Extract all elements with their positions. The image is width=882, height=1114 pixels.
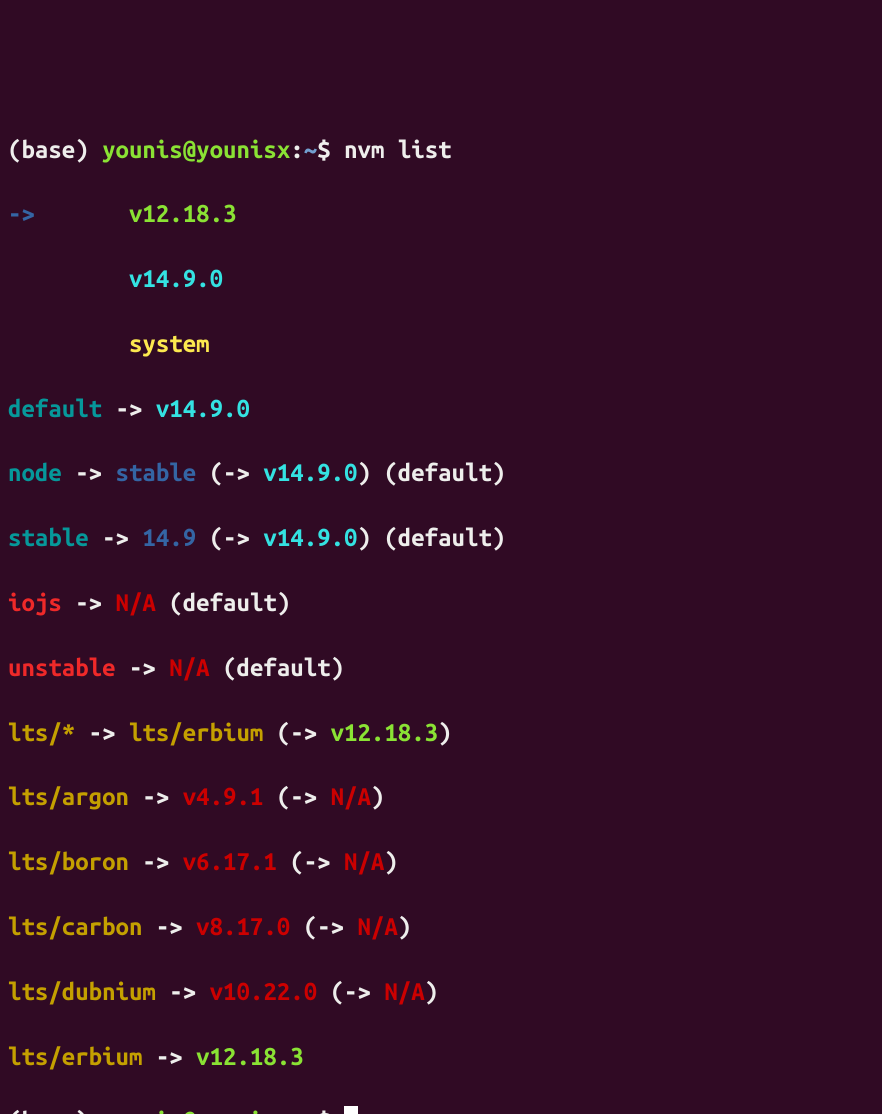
na-label: N/A: [384, 978, 424, 1005]
version-installed: v14.9.0: [129, 265, 223, 292]
version: v14.9.0: [263, 524, 357, 551]
na-label: N/A: [169, 654, 209, 681]
output-line-system: system: [8, 328, 874, 360]
na-label: N/A: [344, 848, 384, 875]
current-arrow: ->: [8, 200, 35, 227]
arrow: ->: [156, 978, 210, 1005]
spaces: [35, 200, 129, 227]
prompt-base: (base): [8, 1107, 102, 1114]
version: v14.9.0: [263, 459, 357, 486]
default-label: (default): [156, 589, 290, 616]
alias-node: node: [8, 459, 62, 486]
output-line-lts-erbium: lts/erbium -> v12.18.3: [8, 1041, 874, 1073]
paren-arrow: (->: [263, 719, 330, 746]
paren-arrow: (->: [263, 783, 330, 810]
output-line-lts-star: lts/* -> lts/erbium (-> v12.18.3): [8, 717, 874, 749]
alias-lts-boron: lts/boron: [8, 848, 129, 875]
paren-close: ): [384, 848, 397, 875]
version: v8.17.0: [196, 913, 290, 940]
default-label: (default): [384, 459, 505, 486]
alias-unstable: unstable: [8, 654, 116, 681]
system-label: system: [129, 330, 210, 357]
paren-arrow: (->: [290, 913, 357, 940]
arrow: ->: [102, 395, 156, 422]
alias-default: default: [8, 395, 102, 422]
default-label: (default): [384, 524, 505, 551]
alias-lts-carbon: lts/carbon: [8, 913, 142, 940]
output-line-lts-argon: lts/argon -> v4.9.1 (-> N/A): [8, 781, 874, 813]
alias-iojs: iojs: [8, 589, 62, 616]
output-line-lts-carbon: lts/carbon -> v8.17.0 (-> N/A): [8, 911, 874, 943]
prompt-path: ~: [304, 136, 317, 163]
version-short: 14.9: [142, 524, 196, 551]
arrow: ->: [62, 589, 116, 616]
alias-lts-dubnium: lts/dubnium: [8, 978, 156, 1005]
paren-arrow: (->: [317, 978, 384, 1005]
command-text: nvm list: [344, 136, 452, 163]
arrow: ->: [142, 913, 196, 940]
arrow: ->: [116, 654, 170, 681]
paren-arrow: (->: [196, 459, 263, 486]
paren-arrow: (->: [277, 848, 344, 875]
output-line-version: v14.9.0: [8, 263, 874, 295]
version: v10.22.0: [210, 978, 318, 1005]
output-line-unstable: unstable -> N/A (default): [8, 652, 874, 684]
prompt-colon: :: [290, 1107, 303, 1114]
terminal-line-prompt-1: (base) younis@younisx:~$ nvm list: [8, 134, 874, 166]
spaces: [8, 330, 129, 357]
paren-close: ): [398, 913, 411, 940]
paren-close: ): [371, 783, 384, 810]
version: v14.9.0: [156, 395, 250, 422]
version: v4.9.1: [183, 783, 264, 810]
prompt-dollar: $: [317, 1107, 344, 1114]
arrow: ->: [142, 1043, 196, 1070]
prompt-base: (base): [8, 136, 102, 163]
version-current: v12.18.3: [129, 200, 237, 227]
paren-close: ): [357, 524, 384, 551]
arrow: ->: [75, 719, 129, 746]
alias-stable: stable: [8, 524, 89, 551]
prompt-colon: :: [290, 136, 303, 163]
alias-lts-argon: lts/argon: [8, 783, 129, 810]
stable-label: stable: [116, 459, 197, 486]
output-line-stable: stable -> 14.9 (-> v14.9.0) (default): [8, 522, 874, 554]
version: v12.18.3: [331, 719, 439, 746]
version: v6.17.1: [183, 848, 277, 875]
paren-arrow: (->: [196, 524, 263, 551]
cursor-icon[interactable]: [344, 1106, 358, 1114]
paren-close: ): [425, 978, 438, 1005]
arrow: ->: [62, 459, 116, 486]
paren-close: ): [438, 719, 451, 746]
arrow: ->: [89, 524, 143, 551]
na-label: N/A: [116, 589, 156, 616]
prompt-dollar: $: [317, 136, 344, 163]
spaces: [8, 265, 129, 292]
output-line-current: -> v12.18.3: [8, 198, 874, 230]
arrow: ->: [129, 848, 183, 875]
terminal-line-prompt-2[interactable]: (base) younis@younisx:~$: [8, 1105, 874, 1114]
prompt-user-host: younis@younisx: [102, 1107, 290, 1114]
output-line-lts-dubnium: lts/dubnium -> v10.22.0 (-> N/A): [8, 976, 874, 1008]
alias-lts-star: lts/*: [8, 719, 75, 746]
lts-erbium-label: lts/erbium: [129, 719, 263, 746]
output-line-lts-boron: lts/boron -> v6.17.1 (-> N/A): [8, 846, 874, 878]
prompt-user-host: younis@younisx: [102, 136, 290, 163]
prompt-path: ~: [304, 1107, 317, 1114]
output-line-default: default -> v14.9.0: [8, 393, 874, 425]
version: v12.18.3: [196, 1043, 304, 1070]
na-label: N/A: [331, 783, 371, 810]
arrow: ->: [129, 783, 183, 810]
paren-close: ): [357, 459, 384, 486]
output-line-node: node -> stable (-> v14.9.0) (default): [8, 457, 874, 489]
output-line-iojs: iojs -> N/A (default): [8, 587, 874, 619]
na-label: N/A: [357, 913, 397, 940]
default-label: (default): [210, 654, 344, 681]
alias-lts-erbium: lts/erbium: [8, 1043, 142, 1070]
